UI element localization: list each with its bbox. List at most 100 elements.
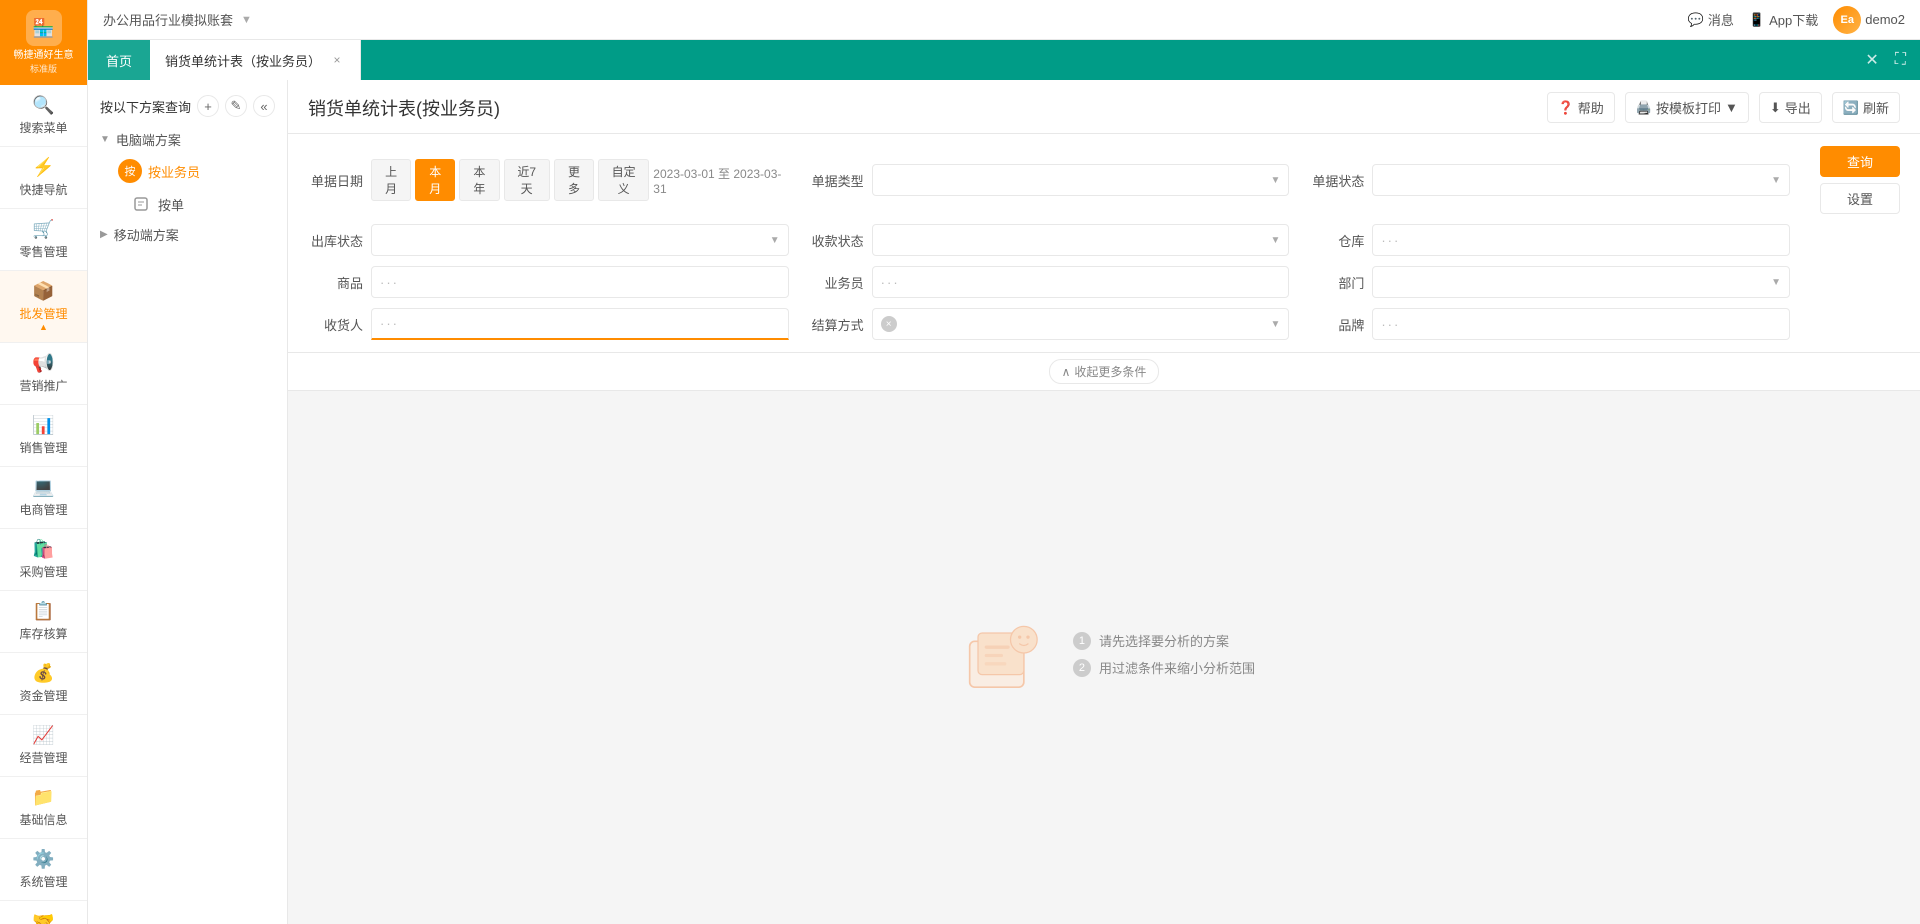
tree-item-pc-section[interactable]: ▼ 电脑端方案 — [88, 125, 287, 154]
sidebar-item-finance[interactable]: 💰 资金管理 — [0, 653, 87, 715]
filter-row-4: 收货人 ··· 结算方式 × ▼ 品牌 — [308, 308, 1900, 340]
add-scheme-btn[interactable]: + — [197, 95, 219, 117]
tab-minimize-icon[interactable]: ✕ — [1861, 46, 1882, 74]
app-download-label: App下载 — [1769, 10, 1818, 29]
order-scheme-icon — [130, 193, 152, 215]
finance-icon: 💰 — [32, 663, 54, 684]
salesperson-scheme-icon-text: 按 — [125, 163, 136, 179]
brand-control[interactable]: ··· — [1372, 308, 1790, 340]
date-filter-group: 上月 本月 本年 近7天 更多 自定义 — [371, 159, 649, 201]
export-btn[interactable]: ⬇ 导出 — [1759, 92, 1822, 123]
left-panel-title: 按以下方案查询 — [100, 97, 191, 116]
date-btn-this-month[interactable]: 本月 — [415, 159, 455, 201]
operations-icon: 📈 — [32, 725, 54, 746]
tree-sub-sub-item-by-order[interactable]: 按单 — [88, 188, 287, 220]
app-download-action[interactable]: 📱 App下载 — [1749, 10, 1818, 29]
empty-tip-1: 1 请先选择要分析的方案 — [1073, 631, 1255, 650]
filter-row-2: 出库状态 ▼ 收款状态 ▼ 仓库 — [308, 224, 1900, 256]
tip-text-1: 请先选择要分析的方案 — [1099, 631, 1229, 650]
collapse-panel-btn[interactable]: « — [253, 95, 275, 117]
collapse-btn-label: 收起更多条件 — [1074, 363, 1146, 380]
workspace-title: 办公用品行业模拟账套 — [103, 10, 233, 29]
sidebar-item-marketing[interactable]: 📢 营销推广 — [0, 343, 87, 405]
refresh-btn[interactable]: 🔄 刷新 — [1832, 92, 1900, 123]
settings-btn[interactable]: 设置 — [1820, 183, 1900, 214]
left-panel: 按以下方案查询 + ✎ « ▼ 电脑端方案 — [88, 80, 288, 924]
query-btn[interactable]: 查询 — [1820, 146, 1900, 177]
sidebar-item-ecommerce[interactable]: 💻 电商管理 — [0, 467, 87, 529]
department-control[interactable]: ▼ — [1372, 266, 1790, 298]
tab-close-btn[interactable]: × — [329, 52, 345, 68]
payment-control[interactable]: × ▼ — [872, 308, 1290, 340]
empty-tip-2: 2 用过滤条件来缩小分析范围 — [1073, 658, 1255, 677]
quick-nav-icon: ⚡ — [32, 157, 54, 178]
date-btn-last-month[interactable]: 上月 — [371, 159, 411, 201]
tree-item-mobile-section[interactable]: ▶ 移动端方案 — [88, 220, 287, 249]
sidebar-item-system-label: 系统管理 — [19, 873, 67, 890]
tab-active-sales-stat[interactable]: 销货单统计表（按业务员） × — [150, 40, 361, 80]
sidebar-logo[interactable]: 🏪 畅捷通好生意 标准版 — [0, 0, 88, 85]
consignee-control[interactable]: ··· — [371, 308, 789, 340]
avatar-text: Ea — [1841, 14, 1854, 26]
department-arrow: ▼ — [1771, 277, 1781, 288]
doc-status-control[interactable]: ▼ — [1372, 164, 1790, 196]
date-btn-this-year[interactable]: 本年 — [459, 159, 499, 201]
filter-row-1: 单据日期 上月 本月 本年 近7天 更多 自定义 2023-03-01 至 20… — [308, 146, 1900, 214]
tree-arrow-pc: ▼ — [100, 134, 110, 145]
salesperson-control[interactable]: ··· — [872, 266, 1290, 298]
sidebar-item-wholesale[interactable]: 📦 批发管理 ▲ — [0, 271, 87, 343]
tab-home[interactable]: 首页 — [88, 40, 150, 80]
user-profile[interactable]: Ea demo2 — [1833, 6, 1905, 34]
warehouse-dots: ··· — [1381, 233, 1400, 248]
sidebar-item-purchase[interactable]: 🛍️ 采购管理 — [0, 529, 87, 591]
collapse-more-btn[interactable]: ∧ 收起更多条件 — [1049, 359, 1160, 384]
left-panel-actions: + ✎ « — [197, 95, 275, 117]
sidebar-item-quick-nav[interactable]: ⚡ 快捷导航 — [0, 147, 87, 209]
sidebar-item-enterprise[interactable]: 🤝 企业协同 — [0, 901, 87, 924]
tree-sub-item-by-salesperson[interactable]: 按 按业务员 — [88, 154, 287, 188]
message-action[interactable]: 💬 消息 — [1688, 10, 1734, 29]
refresh-label: 刷新 — [1863, 98, 1889, 117]
date-btn-last-7-days[interactable]: 近7天 — [504, 159, 550, 201]
page-title: 销货单统计表(按业务员) — [308, 95, 500, 121]
out-status-label: 出库状态 — [308, 231, 363, 250]
sidebar-item-basic[interactable]: 📁 基础信息 — [0, 777, 87, 839]
message-icon: 💬 — [1688, 12, 1704, 28]
sidebar-item-system[interactable]: ⚙️ 系统管理 — [0, 839, 87, 901]
salesperson-dots: ··· — [881, 275, 900, 290]
warehouse-control[interactable]: ··· — [1372, 224, 1790, 256]
doc-type-control[interactable]: ▼ — [872, 164, 1290, 196]
out-status-control[interactable]: ▼ — [371, 224, 789, 256]
help-icon: ❓ — [1558, 100, 1574, 116]
date-label: 单据日期 — [308, 171, 363, 190]
workspace-selector[interactable]: 办公用品行业模拟账套 ▼ — [103, 10, 252, 29]
retail-icon: 🛒 — [32, 219, 54, 240]
payment-clear-btn[interactable]: × — [881, 316, 897, 332]
help-btn[interactable]: ❓ 帮助 — [1547, 92, 1615, 123]
tip-num-1: 1 — [1073, 632, 1091, 650]
tab-maximize-icon[interactable]: ⛶ — [1891, 47, 1910, 73]
sidebar-item-finance-label: 资金管理 — [19, 687, 67, 704]
sales-icon: 📊 — [32, 415, 54, 436]
sidebar-item-sales-label: 销售管理 — [19, 439, 67, 456]
sidebar-item-search-label: 搜索菜单 — [19, 119, 67, 136]
sidebar-item-quick-nav-label: 快捷导航 — [19, 181, 67, 198]
receive-status-control[interactable]: ▼ — [872, 224, 1290, 256]
brand-label: 品牌 — [1309, 315, 1364, 334]
sidebar-item-search[interactable]: 🔍 搜索菜单 — [0, 85, 87, 147]
date-btn-more[interactable]: 更多 — [554, 159, 594, 201]
print-dropdown-arrow: ▼ — [1725, 100, 1738, 115]
sidebar-item-operations[interactable]: 📈 经营管理 — [0, 715, 87, 777]
sidebar-item-retail[interactable]: 🛒 零售管理 — [0, 209, 87, 271]
basic-icon: 📁 — [32, 787, 54, 808]
print-btn[interactable]: 🖨️ 按模板打印 ▼ — [1625, 92, 1749, 123]
receive-status-label: 收款状态 — [809, 231, 864, 250]
edit-scheme-btn[interactable]: ✎ — [225, 95, 247, 117]
sidebar-item-sales[interactable]: 📊 销售管理 — [0, 405, 87, 467]
doc-type-arrow: ▼ — [1270, 175, 1280, 186]
date-btn-custom[interactable]: 自定义 — [598, 159, 649, 201]
sidebar-item-inventory[interactable]: 📋 库存核算 — [0, 591, 87, 653]
message-label: 消息 — [1708, 10, 1734, 29]
empty-content: 1 请先选择要分析的方案 2 用过滤条件来缩小分析范围 — [953, 608, 1255, 708]
goods-control[interactable]: ··· — [371, 266, 789, 298]
